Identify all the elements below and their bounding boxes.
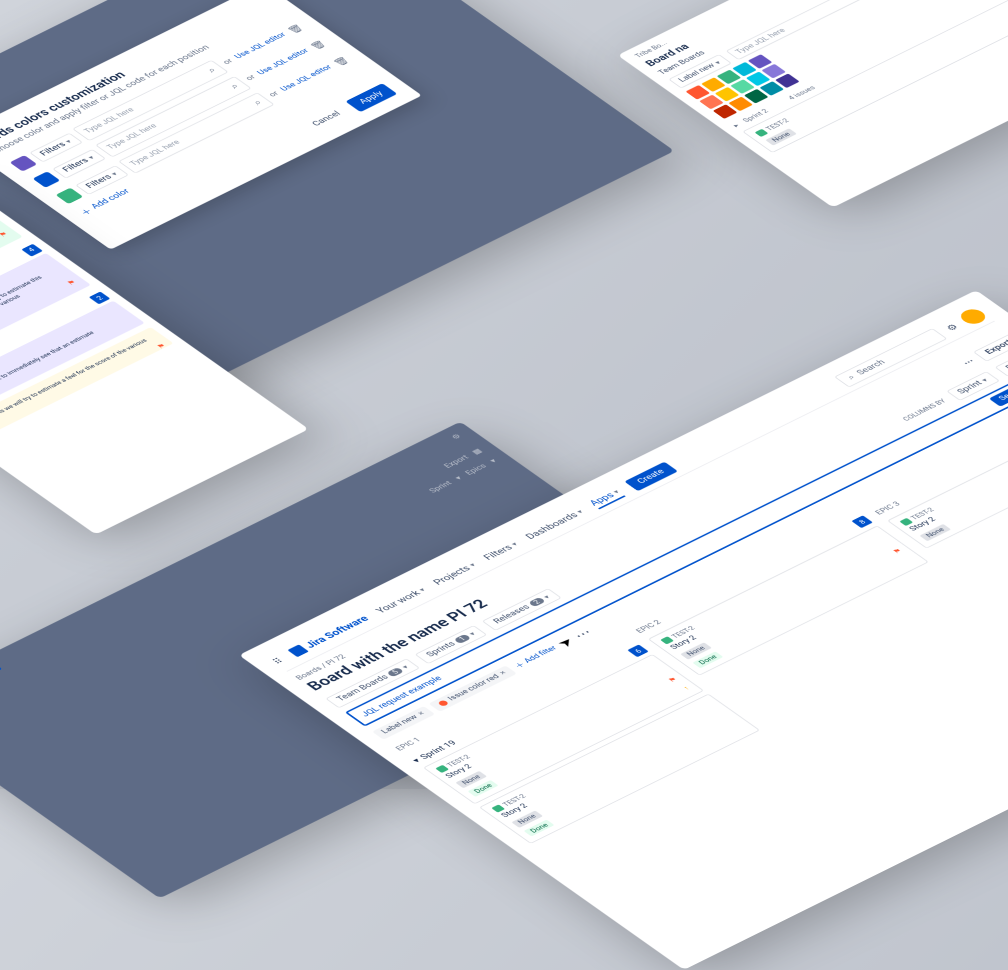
- flag-icon: ⚑: [66, 279, 78, 286]
- or-text-2: or: [244, 74, 258, 82]
- nav-projects[interactable]: Projects▾: [430, 561, 478, 587]
- search-icon: ⌕: [845, 373, 857, 381]
- gear-icon[interactable]: ⚙: [943, 322, 960, 333]
- app-switcher-icon[interactable]: ⠿: [270, 656, 286, 666]
- nav-filters[interactable]: Filters▾: [481, 540, 521, 562]
- swatch-purple[interactable]: [10, 155, 38, 171]
- or-text-3: or: [267, 90, 281, 98]
- nav-your-work[interactable]: Your work▾: [373, 585, 428, 614]
- search-icon: ⌕: [250, 98, 265, 108]
- or-text-1: or: [221, 58, 235, 66]
- arrow-up-icon: ↑: [681, 685, 691, 691]
- user-avatar[interactable]: [956, 307, 990, 327]
- trash-icon[interactable]: 🗑: [308, 39, 329, 51]
- dim-sprint-label: Sprint: [428, 480, 454, 495]
- col-count-2: 4: [21, 244, 43, 257]
- nav-dashboards[interactable]: Dashboards▾: [523, 507, 586, 540]
- chevron-down-icon: ▾: [410, 757, 422, 765]
- swatch-green[interactable]: [56, 188, 84, 204]
- cancel-button[interactable]: Cancel: [301, 105, 354, 135]
- swatch-blue[interactable]: [33, 171, 61, 187]
- grid-icon: ▦: [471, 448, 485, 457]
- search-icon: ⌕: [204, 65, 219, 75]
- trash-icon[interactable]: 🗑: [331, 55, 352, 67]
- flag-icon: ⚑: [0, 231, 10, 238]
- col1-count: 6: [627, 644, 649, 657]
- red-dot-icon: [437, 699, 449, 706]
- more-icon[interactable]: ⋯: [961, 357, 977, 367]
- dim-epics-2: Epics: [464, 463, 489, 477]
- dim-sprint-row: Sprint ▾ Epics ▾: [428, 458, 499, 495]
- story-icon: [755, 129, 769, 137]
- trash-icon[interactable]: 🗑: [285, 23, 306, 35]
- create-button[interactable]: Create: [624, 461, 678, 491]
- nav-apps[interactable]: Apps▾: [587, 488, 626, 510]
- dim-export-2: Export: [443, 454, 471, 470]
- flag-icon: ⚑: [155, 342, 167, 349]
- search-icon: ⌕: [227, 82, 242, 92]
- apply-button[interactable]: Apply: [345, 83, 397, 112]
- dim-create-btn: Create: [0, 661, 2, 686]
- color-picker-panel: Tribe Bo... Board na Team Boards Issue c…: [618, 0, 1008, 208]
- cursor-icon: ➤: [553, 635, 578, 649]
- close-icon[interactable]: ×: [498, 670, 509, 677]
- col2-count: 8: [851, 515, 873, 528]
- flag-icon: ⚑: [891, 548, 903, 555]
- flag-icon: ⚑: [666, 676, 678, 683]
- gear-icon: ⚙: [450, 433, 464, 441]
- jira-mark-icon: [287, 644, 309, 657]
- jira-board-panel: ⠿ Jira Software Your work▾ Projects▾ Fil…: [239, 290, 1008, 970]
